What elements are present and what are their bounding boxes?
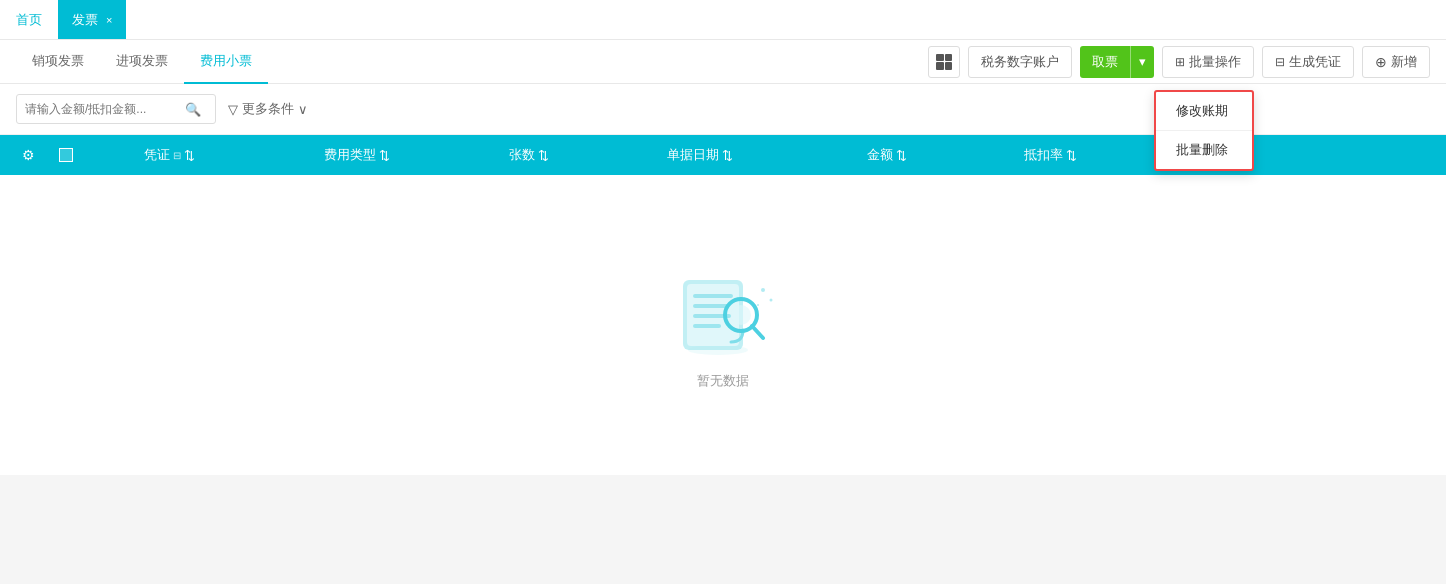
sort-arrows-expense[interactable]: ⇅ — [379, 148, 390, 163]
chevron-down-icon: ∨ — [298, 102, 308, 117]
batch-icon: ⊞ — [1175, 55, 1185, 69]
sub-navigation: 销项发票 进项发票 费用小票 税务数字账户 取票 — [0, 40, 1446, 84]
batch-operation-dropdown: 修改账期 批量删除 — [1154, 90, 1254, 171]
empty-illustration — [663, 260, 783, 360]
take-ticket-main[interactable]: 取票 — [1080, 46, 1130, 78]
new-add-button[interactable]: ⊕ 新增 — [1362, 46, 1430, 78]
qrcode-button[interactable] — [928, 46, 960, 78]
tab-purchase-invoice[interactable]: 进项发票 — [100, 40, 184, 84]
voucher-icon: ⊟ — [1275, 55, 1285, 69]
svg-rect-6 — [693, 324, 721, 328]
svg-point-10 — [761, 288, 765, 292]
empty-state: 暂无数据 — [0, 175, 1446, 475]
empty-text: 暂无数据 — [697, 372, 749, 390]
th-deduct-rate[interactable]: 抵扣率 ⇅ — [973, 146, 1128, 164]
sort-arrows-amount[interactable]: ⇅ — [896, 148, 907, 163]
generate-voucher-button[interactable]: ⊟ 生成凭证 — [1262, 46, 1354, 78]
dropdown-item-batch-delete[interactable]: 批量删除 — [1156, 130, 1252, 169]
top-navigation: 首页 发票 × — [0, 0, 1446, 40]
batch-operation-wrapper: ⊞ 批量操作 修改账期 批量删除 — [1162, 46, 1254, 78]
nav-home[interactable]: 首页 — [0, 0, 58, 39]
svg-point-11 — [770, 299, 773, 302]
search-icon[interactable]: 🔍 — [185, 102, 201, 117]
dropdown-item-modify-period[interactable]: 修改账期 — [1156, 92, 1252, 130]
th-voucher[interactable]: 凭证 ⊟ ⇅ — [84, 146, 255, 164]
th-settings[interactable]: ⚙ — [8, 147, 48, 163]
plus-icon: ⊕ — [1375, 54, 1387, 70]
take-ticket-arrow[interactable]: ▾ — [1130, 46, 1154, 78]
svg-point-12 — [757, 304, 759, 306]
tab-close-button[interactable]: × — [106, 14, 112, 26]
settings-icon[interactable]: ⚙ — [22, 147, 35, 163]
th-amount[interactable]: 金额 ⇅ — [802, 146, 973, 164]
filter-attach-icon: ⊟ — [173, 150, 181, 161]
tab-sales-invoice[interactable]: 销项发票 — [16, 40, 100, 84]
th-checkbox[interactable] — [48, 148, 84, 162]
search-input[interactable] — [25, 102, 185, 116]
tab-expense-ticket[interactable]: 费用小票 — [184, 40, 268, 84]
filter-icon: ▽ — [228, 102, 238, 117]
more-filter-button[interactable]: ▽ 更多条件 ∨ — [228, 100, 308, 118]
batch-operation-button[interactable]: ⊞ 批量操作 — [1162, 46, 1254, 78]
chevron-down-icon: ▾ — [1139, 54, 1146, 69]
qrcode-icon — [936, 54, 952, 70]
svg-point-8 — [731, 305, 751, 325]
nav-tab-label: 发票 — [72, 11, 98, 29]
svg-rect-3 — [693, 294, 733, 298]
sort-arrows-count[interactable]: ⇅ — [538, 148, 549, 163]
take-ticket-button[interactable]: 取票 ▾ — [1080, 46, 1154, 78]
th-date[interactable]: 单据日期 ⇅ — [598, 146, 802, 164]
tax-account-button[interactable]: 税务数字账户 — [968, 46, 1072, 78]
toolbar-right: 税务数字账户 取票 ▾ ⊞ 批量操作 修改账期 批量删除 ⊟ — [928, 46, 1430, 78]
sub-nav-tabs: 销项发票 进项发票 费用小票 — [16, 40, 268, 84]
sort-arrows-deduct-rate[interactable]: ⇅ — [1066, 148, 1077, 163]
th-expense-type[interactable]: 费用类型 ⇅ — [255, 146, 459, 164]
select-all-checkbox[interactable] — [59, 148, 73, 162]
svg-line-9 — [752, 326, 763, 338]
nav-tab-invoice[interactable]: 发票 × — [58, 0, 126, 39]
svg-rect-4 — [693, 304, 728, 308]
sort-icon-voucher: ⊟ — [173, 150, 181, 161]
sort-arrows-date[interactable]: ⇅ — [722, 148, 733, 163]
sort-arrows-voucher[interactable]: ⇅ — [184, 148, 195, 163]
th-count[interactable]: 张数 ⇅ — [459, 146, 598, 164]
search-input-wrap[interactable]: 🔍 — [16, 94, 216, 124]
